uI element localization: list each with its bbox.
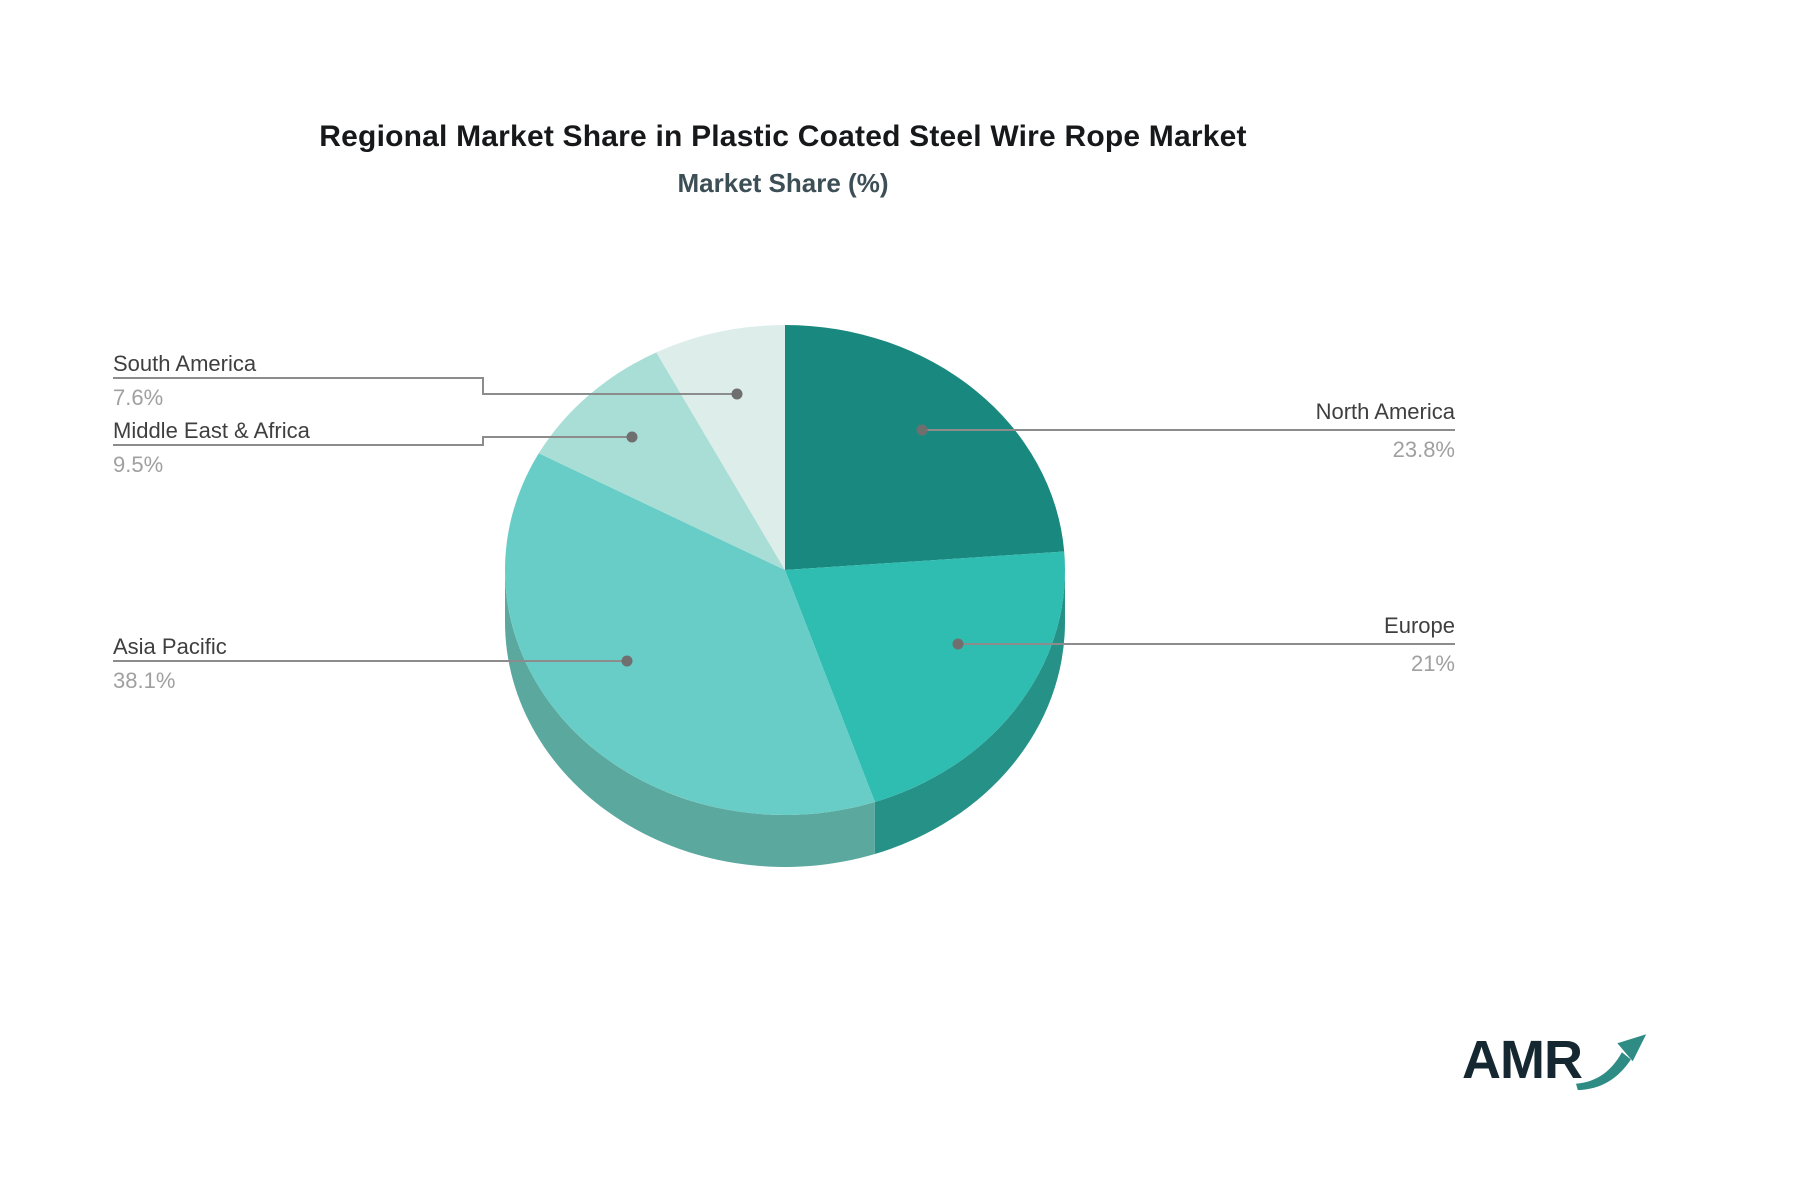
label-north-america-name: North America — [1315, 399, 1455, 424]
label-south-america-name: South America — [113, 351, 257, 376]
chart-title: Regional Market Share in Plastic Coated … — [319, 120, 1247, 153]
label-north-america: North America 23.8% — [1316, 399, 1455, 463]
label-north-america-value: 23.8% — [1392, 437, 1455, 462]
label-middle-east-africa-name: Middle East & Africa — [113, 418, 310, 443]
connector-dot-europe — [952, 638, 964, 650]
label-middle-east-africa: Middle East & Africa 9.5% — [113, 418, 310, 478]
growth-arrow-icon — [1575, 1034, 1647, 1091]
label-asia-pacific-value: 38.1% — [113, 668, 176, 693]
connector-dot-north-america — [916, 424, 928, 436]
connector-dot-south-america — [731, 388, 743, 400]
amr-logo: AMR — [1462, 1030, 1648, 1096]
connector-dot-asia-pacific — [621, 655, 633, 667]
chart-subtitle: Market Share (%) — [677, 168, 889, 198]
label-europe-name: Europe — [1384, 613, 1455, 638]
chart-area: Regional Market Share in Plastic Coated … — [0, 0, 1800, 1196]
label-middle-east-africa-value: 9.5% — [113, 452, 164, 477]
amr-logo-text: AMR — [1462, 1030, 1583, 1090]
pie-slice-north-america[interactable] — [785, 325, 1065, 570]
label-europe-value: 21% — [1410, 651, 1455, 676]
connector-dot-middle-east-africa — [626, 431, 638, 443]
label-south-america-value: 7.6% — [113, 385, 164, 410]
label-asia-pacific-name: Asia Pacific — [113, 634, 227, 659]
label-europe: Europe 21% — [1384, 613, 1455, 677]
label-asia-pacific: Asia Pacific 38.1% — [113, 634, 227, 694]
label-south-america: South America 7.6% — [113, 351, 256, 411]
